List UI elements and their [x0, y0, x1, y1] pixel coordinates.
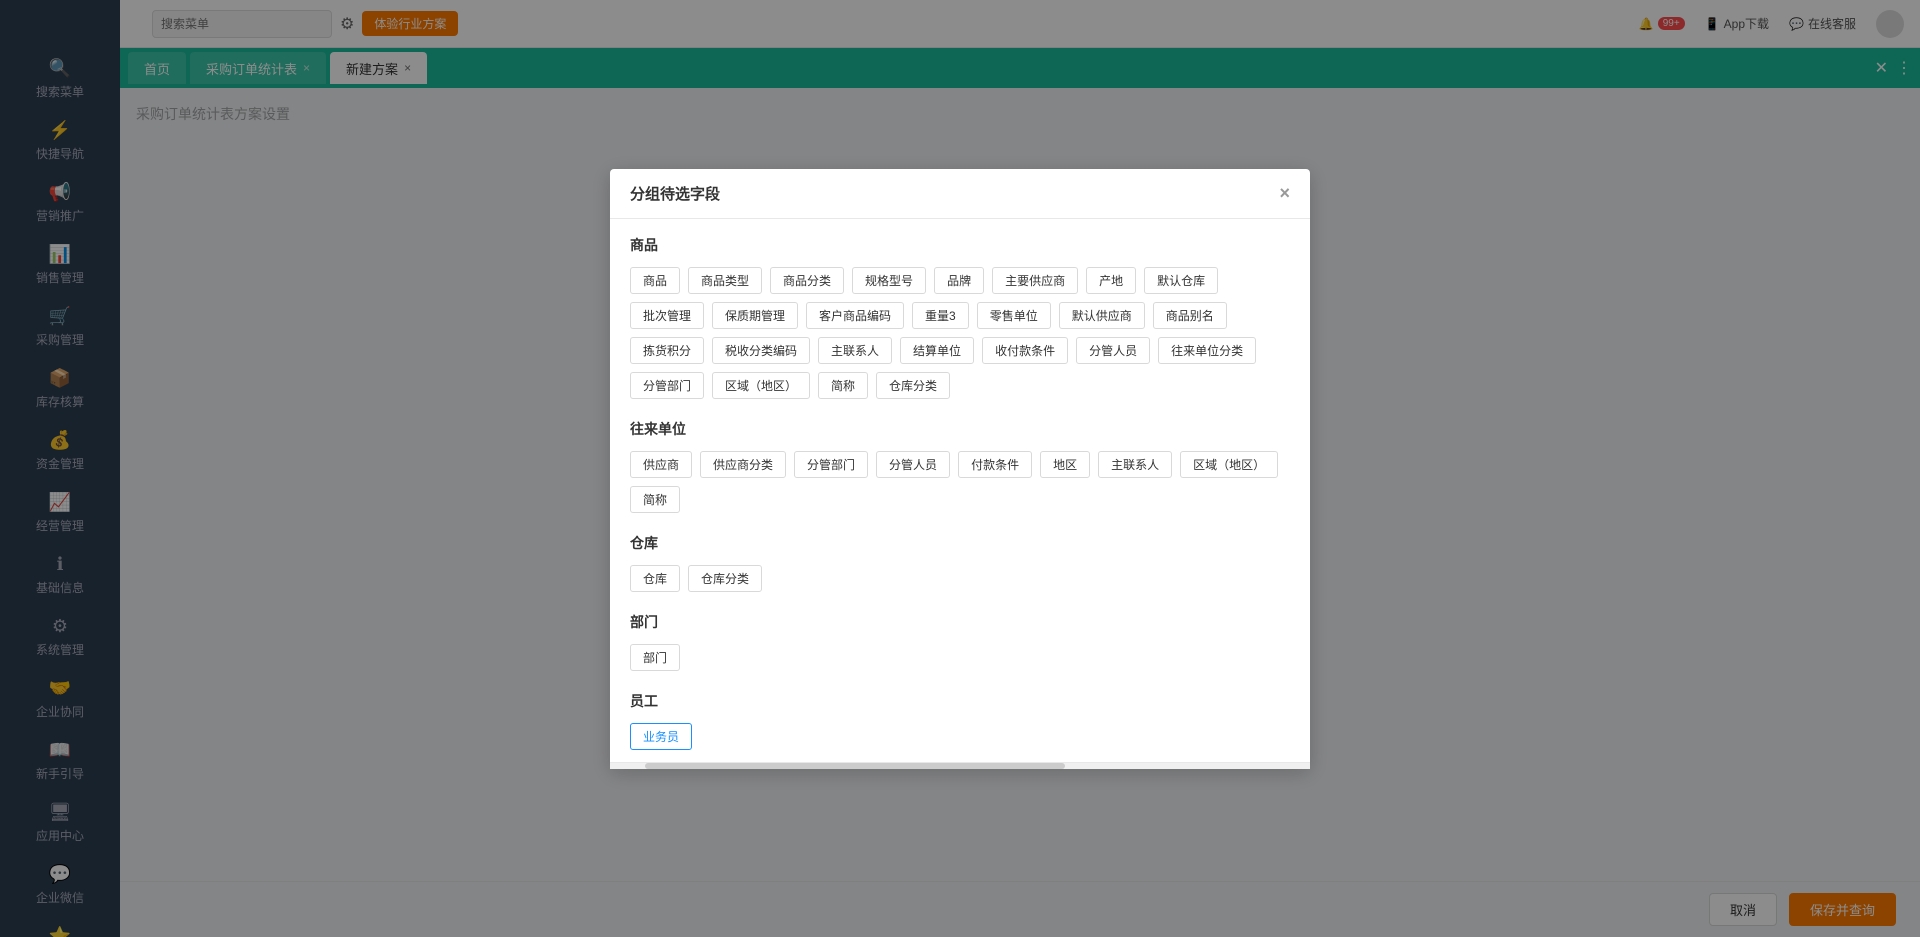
- section-2: 仓库仓库仓库分类: [630, 533, 1290, 592]
- field-tag-0-7[interactable]: 默认仓库: [1144, 267, 1218, 294]
- field-tag-0-25[interactable]: 仓库分类: [876, 372, 950, 399]
- dialog-header: 分组待选字段 ×: [610, 169, 1310, 219]
- field-tag-0-15[interactable]: 拣货积分: [630, 337, 704, 364]
- field-tag-0-21[interactable]: 往来单位分类: [1158, 337, 1256, 364]
- field-tag-0-4[interactable]: 品牌: [934, 267, 984, 294]
- section-1: 往来单位供应商供应商分类分管部门分管人员付款条件地区主联系人区域（地区） 简称: [630, 419, 1290, 513]
- field-tag-4-0[interactable]: 业务员: [630, 723, 692, 750]
- field-tag-0-10[interactable]: 客户商品编码: [806, 302, 904, 329]
- field-tag-0-20[interactable]: 分管人员: [1076, 337, 1150, 364]
- field-tag-0-5[interactable]: 主要供应商: [992, 267, 1078, 294]
- field-tag-2-1[interactable]: 仓库分类: [688, 565, 762, 592]
- overlay: 分组待选字段 × 商品商品商品类型商品分类规格型号品牌主要供应商产地默认仓库批次…: [0, 0, 1920, 937]
- field-tag-1-1[interactable]: 供应商分类: [700, 451, 786, 478]
- field-tag-0-0[interactable]: 商品: [630, 267, 680, 294]
- section-3: 部门部门: [630, 612, 1290, 671]
- section-tags-2: 仓库仓库分类: [630, 565, 1290, 592]
- field-tag-0-13[interactable]: 默认供应商: [1059, 302, 1145, 329]
- field-tag-1-3[interactable]: 分管人员: [876, 451, 950, 478]
- section-0: 商品商品商品类型商品分类规格型号品牌主要供应商产地默认仓库批次管理保质期管理客户…: [630, 235, 1290, 399]
- dialog-title: 分组待选字段: [630, 183, 720, 204]
- section-title-3: 部门: [630, 612, 1290, 632]
- field-tag-1-8[interactable]: 简称: [630, 486, 680, 513]
- field-tag-1-6[interactable]: 主联系人: [1098, 451, 1172, 478]
- section-title-1: 往来单位: [630, 419, 1290, 439]
- field-tag-0-16[interactable]: 税收分类编码: [712, 337, 810, 364]
- field-tag-0-1[interactable]: 商品类型: [688, 267, 762, 294]
- field-tag-0-3[interactable]: 规格型号: [852, 267, 926, 294]
- field-tag-0-2[interactable]: 商品分类: [770, 267, 844, 294]
- dialog-body[interactable]: 商品商品商品类型商品分类规格型号品牌主要供应商产地默认仓库批次管理保质期管理客户…: [610, 219, 1310, 762]
- field-tag-1-2[interactable]: 分管部门: [794, 451, 868, 478]
- section-tags-0: 商品商品类型商品分类规格型号品牌主要供应商产地默认仓库批次管理保质期管理客户商品…: [630, 267, 1290, 399]
- section-title-4: 员工: [630, 691, 1290, 711]
- field-tag-1-4[interactable]: 付款条件: [958, 451, 1032, 478]
- field-tag-0-12[interactable]: 零售单位: [977, 302, 1051, 329]
- dialog-hscroll: [610, 762, 1310, 769]
- field-tag-1-5[interactable]: 地区: [1040, 451, 1090, 478]
- field-tag-0-6[interactable]: 产地: [1086, 267, 1136, 294]
- dialog-hscroll-thumb: [645, 763, 1065, 769]
- field-tag-2-0[interactable]: 仓库: [630, 565, 680, 592]
- field-tag-0-11[interactable]: 重量3: [912, 302, 969, 329]
- dialog-close-button[interactable]: ×: [1279, 184, 1290, 202]
- field-tag-0-9[interactable]: 保质期管理: [712, 302, 798, 329]
- field-tag-0-23[interactable]: 区域（地区）: [712, 372, 810, 399]
- section-title-0: 商品: [630, 235, 1290, 255]
- field-tag-0-8[interactable]: 批次管理: [630, 302, 704, 329]
- field-tag-0-22[interactable]: 分管部门: [630, 372, 704, 399]
- section-4: 员工业务员: [630, 691, 1290, 750]
- section-tags-1: 供应商供应商分类分管部门分管人员付款条件地区主联系人区域（地区） 简称: [630, 451, 1290, 513]
- section-tags-4: 业务员: [630, 723, 1290, 750]
- field-tag-0-18[interactable]: 结算单位: [900, 337, 974, 364]
- field-tag-0-24[interactable]: 简称: [818, 372, 868, 399]
- field-tag-0-14[interactable]: 商品别名: [1153, 302, 1227, 329]
- field-tag-3-0[interactable]: 部门: [630, 644, 680, 671]
- field-tag-1-0[interactable]: 供应商: [630, 451, 692, 478]
- field-tag-0-19[interactable]: 收付款条件: [982, 337, 1068, 364]
- field-tag-0-17[interactable]: 主联系人: [818, 337, 892, 364]
- section-title-2: 仓库: [630, 533, 1290, 553]
- dialog: 分组待选字段 × 商品商品商品类型商品分类规格型号品牌主要供应商产地默认仓库批次…: [610, 169, 1310, 769]
- field-tag-1-7[interactable]: 区域（地区）: [1180, 451, 1278, 478]
- section-tags-3: 部门: [630, 644, 1290, 671]
